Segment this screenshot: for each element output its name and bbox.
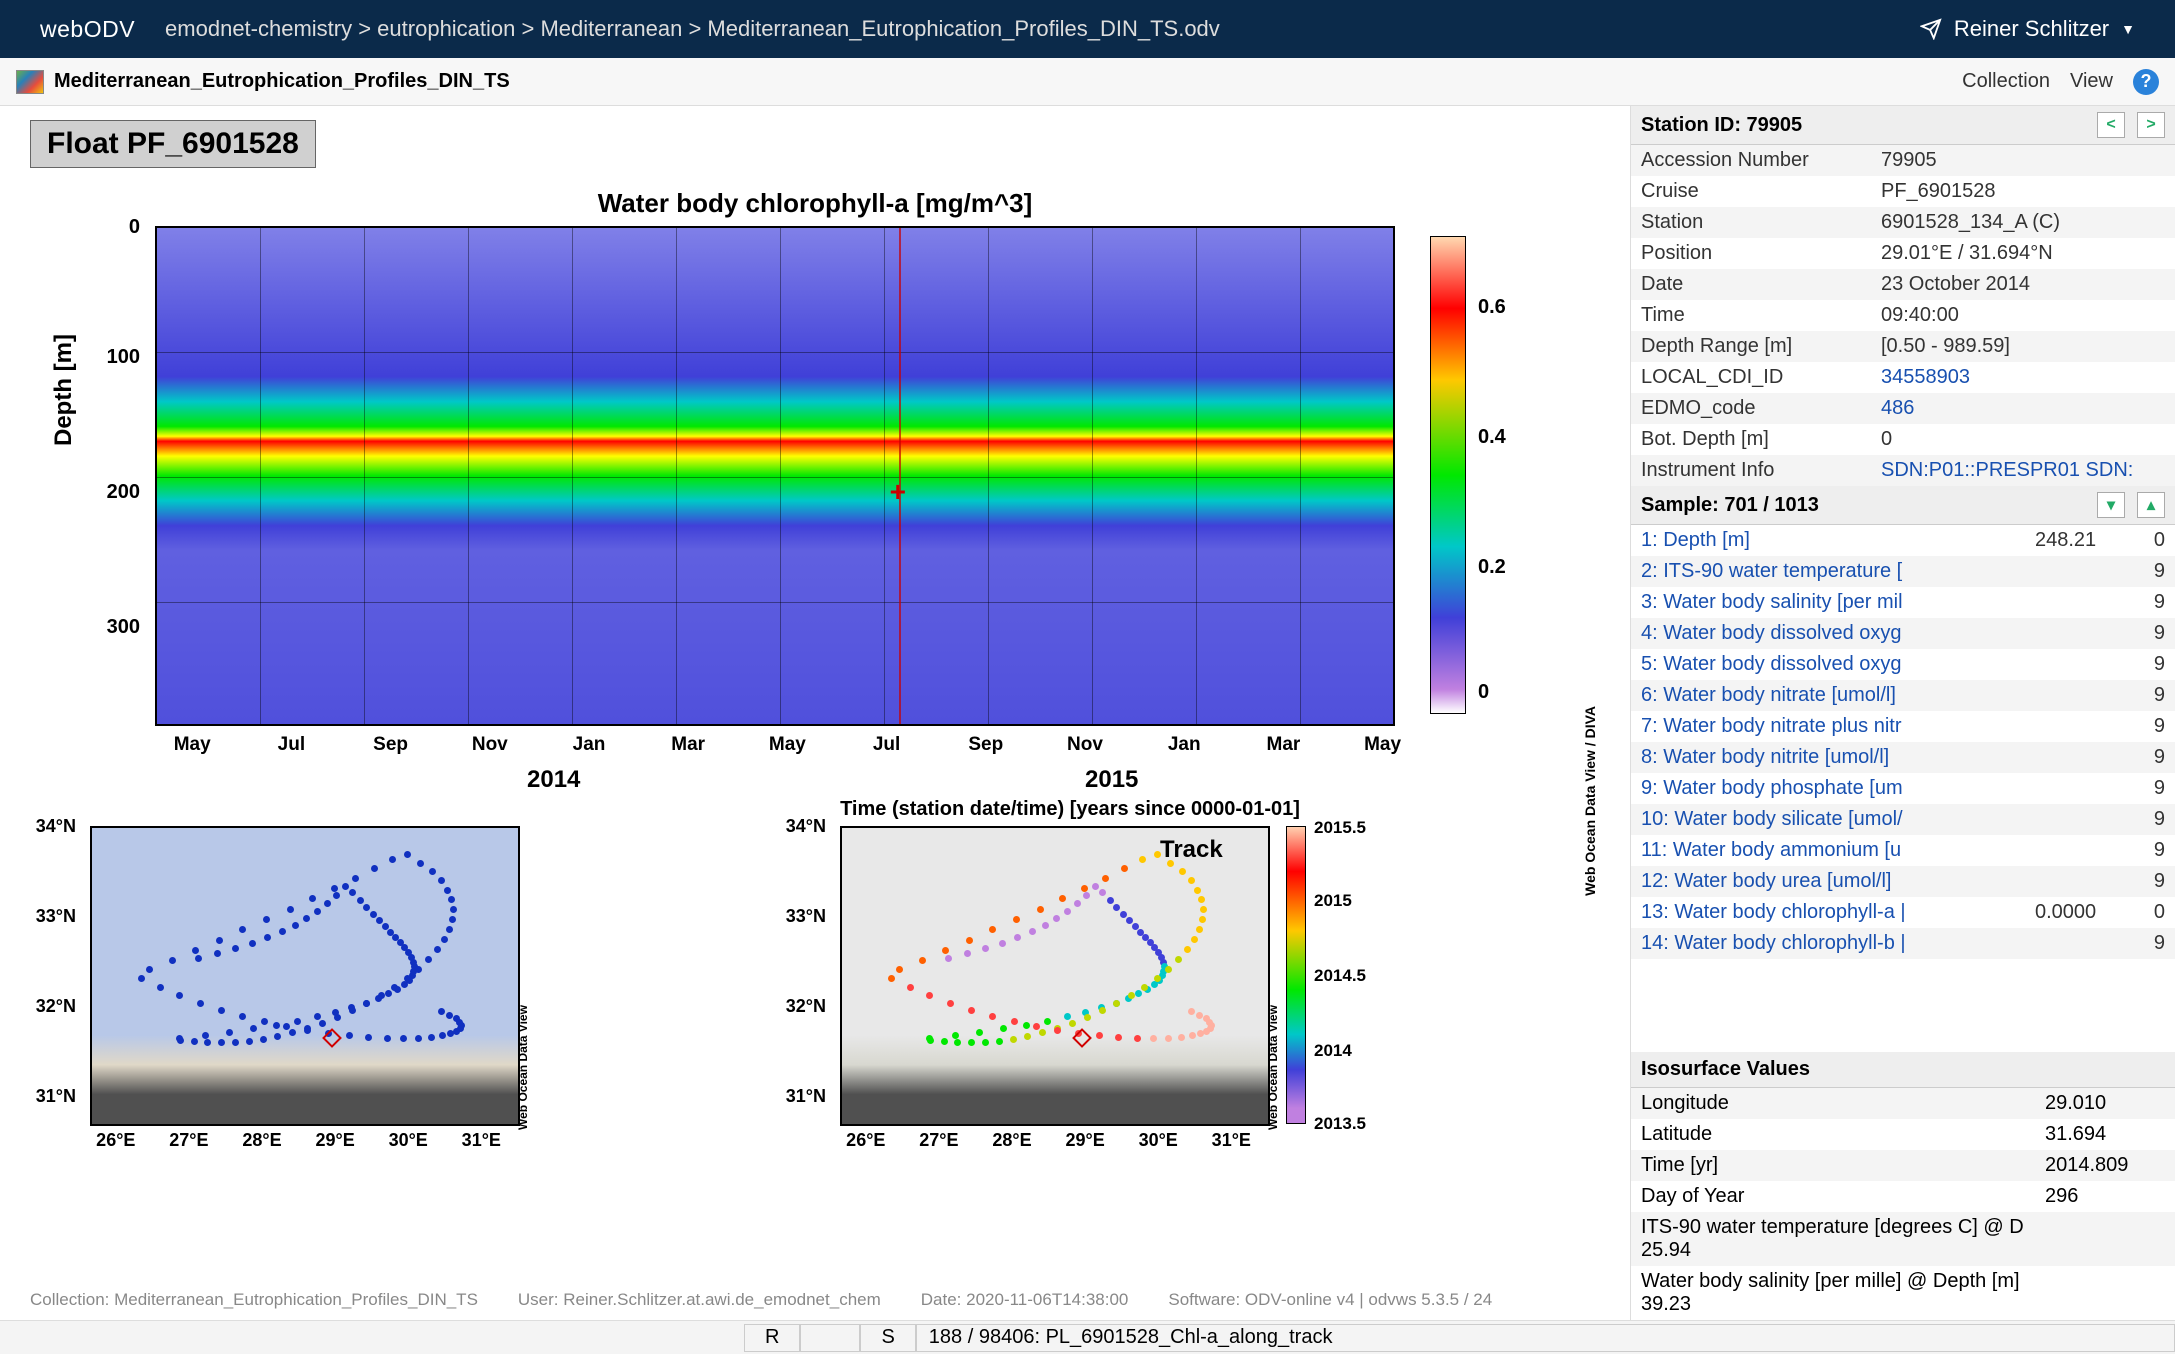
caret-down-icon: ▼	[2121, 21, 2135, 37]
side-panel: Station ID: 79905 < > Accession Number79…	[1630, 106, 2175, 1320]
iso-row: Time [yr]2014.809	[1631, 1150, 2175, 1181]
status-info: 188 / 98406: PL_6901528_Chl-a_along_trac…	[916, 1324, 2175, 1352]
metadata-value: 79905	[1881, 149, 2165, 172]
metadata-value: 6901528_134_A (C)	[1881, 211, 2165, 234]
chart-title: Water body chlorophyll-a [mg/m^3]	[30, 188, 1600, 219]
metadata-value[interactable]: 486	[1881, 397, 2165, 420]
metadata-row: Station6901528_134_A (C)	[1631, 207, 2175, 238]
station-map[interactable]	[90, 826, 520, 1126]
breadcrumb[interactable]: emodnet-chemistry > eutrophication > Med…	[165, 16, 1920, 42]
sample-row[interactable]: 13: Water body chlorophyll-a |0.00000	[1631, 897, 2175, 928]
station-metadata-table: Accession Number79905CruisePF_6901528Sta…	[1631, 145, 2175, 486]
map-left-credit: Web Ocean Data View	[516, 1005, 530, 1130]
metadata-value[interactable]: SDN:P01::PRESPR01 SDN:	[1881, 459, 2165, 482]
metadata-row: EDMO_code486	[1631, 393, 2175, 424]
metadata-value: 0	[1881, 428, 2165, 451]
collection-title: Mediterranean_Eutrophication_Profiles_DI…	[54, 70, 1962, 93]
metadata-row: Depth Range [m][0.50 - 989.59]	[1631, 331, 2175, 362]
isosurface-table: Longitude29.010Latitude31.694Time [yr]20…	[1631, 1088, 2175, 1320]
map-left-yticks: 34°N 33°N 32°N 31°N	[34, 826, 84, 1126]
prev-station-button[interactable]: <	[2097, 112, 2125, 138]
track-chart-title: Time (station date/time) [years since 00…	[790, 798, 1350, 821]
iso-row: Latitude31.694	[1631, 1119, 2175, 1150]
map-right-credit: Web Ocean Data View	[1266, 1005, 1280, 1130]
sample-row[interactable]: 5: Water body dissolved oxyg9	[1631, 649, 2175, 680]
status-s[interactable]: S	[860, 1324, 915, 1352]
sample-row[interactable]: 6: Water body nitrate [umol/l]9	[1631, 680, 2175, 711]
metadata-value[interactable]: 34558903	[1881, 366, 2165, 389]
sample-row[interactable]: 1: Depth [m]248.210	[1631, 525, 2175, 556]
metadata-value: 29.01°E / 31.694°N	[1881, 242, 2165, 265]
y-axis-ticks: 0 100 200 300	[100, 226, 150, 726]
brand[interactable]: webODV	[40, 16, 135, 43]
sample-row[interactable]: 10: Water body silicate [umol/9	[1631, 804, 2175, 835]
colorbar-label: Web Ocean Data View / DIVA	[1582, 706, 1598, 896]
toolbar: Mediterranean_Eutrophication_Profiles_DI…	[0, 58, 2175, 106]
sample-variable-list: 1: Depth [m]248.2102: ITS-90 water tempe…	[1631, 525, 2175, 1052]
sample-row[interactable]: 8: Water body nitrite [umol/l]9	[1631, 742, 2175, 773]
metadata-row: CruisePF_6901528	[1631, 176, 2175, 207]
top-navbar: webODV emodnet-chemistry > eutrophicatio…	[0, 0, 2175, 58]
sample-header: Sample: 701 / 1013 ▾ ▴	[1631, 486, 2175, 525]
station-header: Station ID: 79905 < >	[1631, 106, 2175, 145]
plot-area[interactable]: Float PF_6901528 Water body chlorophyll-…	[0, 106, 1630, 1320]
map-right-xticks: 26°E 27°E 28°E 29°E 30°E 31°E	[840, 1130, 1270, 1154]
status-r[interactable]: R	[744, 1324, 800, 1352]
colorbar	[1430, 236, 1466, 714]
send-icon	[1920, 18, 1942, 40]
plot-footer: Collection: Mediterranean_Eutrophication…	[30, 1290, 1600, 1310]
menu-view[interactable]: View	[2070, 70, 2113, 93]
metadata-row: Accession Number79905	[1631, 145, 2175, 176]
sample-row[interactable]: 12: Water body urea [umol/l]9	[1631, 866, 2175, 897]
metadata-value: PF_6901528	[1881, 180, 2165, 203]
x-axis-ticks: May Jul Sep Nov Jan Mar May Jul Sep Nov …	[155, 734, 1395, 764]
user-menu[interactable]: Reiner Schlitzer ▼	[1920, 16, 2135, 42]
current-station-marker	[899, 228, 901, 724]
isosurface-header: Isosurface Values	[1631, 1052, 2175, 1088]
metadata-row: Bot. Depth [m]0	[1631, 424, 2175, 455]
metadata-row: LOCAL_CDI_ID34558903	[1631, 362, 2175, 393]
sample-row[interactable]: 2: ITS-90 water temperature [9	[1631, 556, 2175, 587]
iso-row: Day of Year296	[1631, 1181, 2175, 1212]
sample-row[interactable]: 7: Water body nitrate plus nitr9	[1631, 711, 2175, 742]
iso-row: Longitude29.010	[1631, 1088, 2175, 1119]
metadata-value: 09:40:00	[1881, 304, 2165, 327]
track-map[interactable]	[840, 826, 1270, 1126]
x-axis-year-labels: 2014 2015	[155, 766, 1395, 796]
metadata-row: Instrument InfoSDN:P01::PRESPR01 SDN:	[1631, 455, 2175, 486]
user-name: Reiner Schlitzer	[1954, 16, 2109, 42]
metadata-row: Time09:40:00	[1631, 300, 2175, 331]
map-right-yticks: 34°N 33°N 32°N 31°N	[784, 826, 834, 1126]
station-dots	[102, 838, 508, 1114]
sample-row[interactable]: 14: Water body chlorophyll-b |9	[1631, 928, 2175, 959]
sample-down-button[interactable]: ▾	[2097, 492, 2125, 518]
sample-row[interactable]: 11: Water body ammonium [u9	[1631, 835, 2175, 866]
menu-collection[interactable]: Collection	[1962, 70, 2050, 93]
track-colorbar	[1286, 826, 1306, 1124]
sample-row[interactable]: 9: Water body phosphate [um9	[1631, 773, 2175, 804]
metadata-value: [0.50 - 989.59]	[1881, 335, 2165, 358]
collection-icon	[16, 70, 44, 94]
sample-up-button[interactable]: ▴	[2137, 492, 2165, 518]
section-plot-canvas[interactable]	[155, 226, 1395, 726]
map-left-xticks: 26°E 27°E 28°E 29°E 30°E 31°E	[90, 1130, 520, 1154]
metadata-row: Date23 October 2014	[1631, 269, 2175, 300]
iso-row: Water body salinity [per mille] @ Depth …	[1631, 1266, 2175, 1320]
track-dots	[852, 838, 1258, 1114]
iso-row: ITS-90 water temperature [degrees C] @ D…	[1631, 1212, 2175, 1266]
y-axis-label: Depth [m]	[50, 334, 78, 446]
track-label: Track	[1160, 836, 1223, 864]
metadata-row: Position29.01°E / 31.694°N	[1631, 238, 2175, 269]
sample-row[interactable]: 4: Water body dissolved oxyg9	[1631, 618, 2175, 649]
next-station-button[interactable]: >	[2137, 112, 2165, 138]
status-bar: R S 188 / 98406: PL_6901528_Chl-a_along_…	[0, 1320, 2175, 1354]
help-icon[interactable]: ?	[2133, 69, 2159, 95]
sample-row[interactable]: 3: Water body salinity [per mil9	[1631, 587, 2175, 618]
metadata-value: 23 October 2014	[1881, 273, 2165, 296]
